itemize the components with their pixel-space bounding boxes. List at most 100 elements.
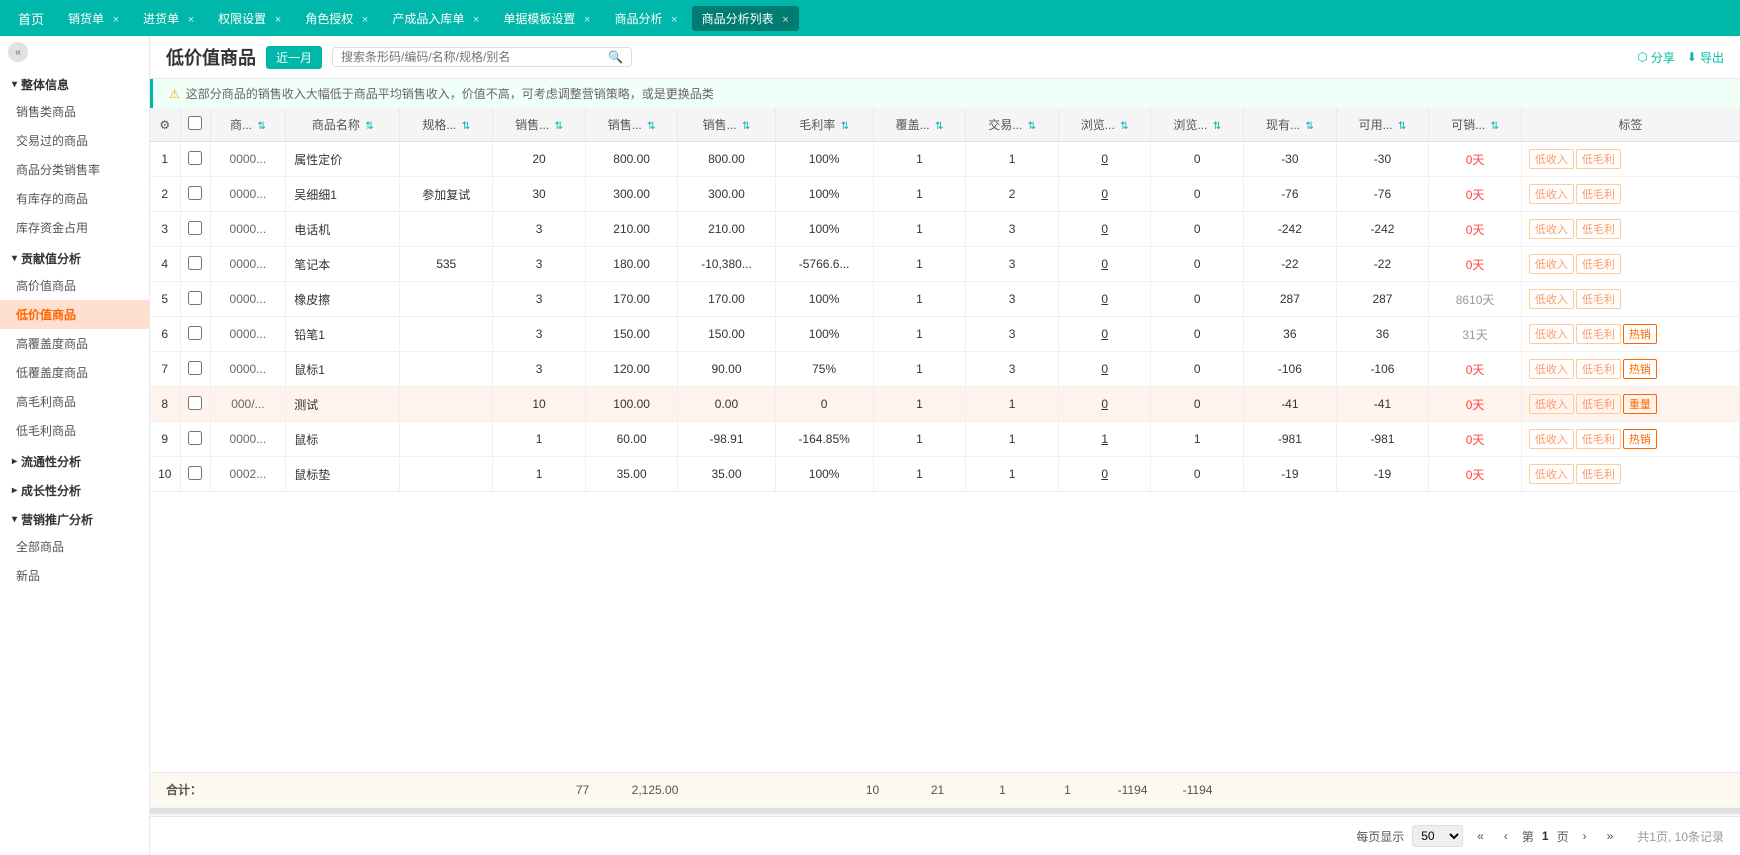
nav-template[interactable]: 单据模板设置 × — [493, 6, 600, 31]
sidebar-item-stock-capital[interactable]: 库存资金占用 — [0, 213, 149, 242]
row-name: 吴细细1 — [286, 177, 400, 212]
col-margin-header[interactable]: 毛利率 ⇅ — [775, 108, 873, 142]
sidebar-group-contribution[interactable]: ▾ 贡献值分析 — [0, 242, 149, 271]
sidebar-item-high-margin[interactable]: 高毛利商品 — [0, 387, 149, 416]
sidebar-item-sales-products[interactable]: 销售类商品 — [0, 97, 149, 126]
row-name: 属性定价 — [286, 142, 400, 177]
col-saleable-header[interactable]: 可销... ⇅ — [1429, 108, 1522, 142]
share-button[interactable]: ⬡ 分享 — [1637, 49, 1675, 66]
row-checkbox[interactable] — [188, 431, 202, 445]
sidebar-group-overall[interactable]: ▾ 整体信息 — [0, 68, 149, 97]
col-salesqty-header[interactable]: 销售... ⇅ — [493, 108, 586, 142]
row-checkbox[interactable] — [188, 361, 202, 375]
row-checkbox[interactable] — [188, 256, 202, 270]
sidebar-item-all-products[interactable]: 全部商品 — [0, 532, 149, 561]
col-view1-header[interactable]: 浏览... ⇅ — [1058, 108, 1151, 142]
sidebar-item-high-value[interactable]: 高价值商品 — [0, 271, 149, 300]
sidebar-group-growth[interactable]: ▸ 成长性分析 — [0, 474, 149, 503]
row-view1-link[interactable]: 0 — [1101, 152, 1108, 166]
sidebar-item-category-sales-rate[interactable]: 商品分类销售率 — [0, 155, 149, 184]
search-input[interactable] — [341, 50, 604, 64]
last-page-btn[interactable]: » — [1601, 827, 1620, 845]
col-available-header[interactable]: 可用... ⇅ — [1336, 108, 1429, 142]
row-checkbox[interactable] — [188, 151, 202, 165]
select-all-checkbox[interactable] — [188, 116, 202, 130]
page-size-select[interactable]: 50 100 200 — [1412, 825, 1463, 847]
nav-close-purchase[interactable]: × — [188, 14, 194, 26]
col-gear[interactable]: ⚙ — [150, 108, 180, 142]
sidebar-group-marketing[interactable]: ▾ 营销推广分析 — [0, 503, 149, 532]
nav-close-analysis[interactable]: × — [671, 14, 677, 26]
sidebar-item-low-value[interactable]: 低价值商品 — [0, 300, 149, 329]
col-transaction-header[interactable]: 交易... ⇅ — [966, 108, 1059, 142]
col-salesamount-header[interactable]: 销售... ⇅ — [585, 108, 678, 142]
nav-close-sales[interactable]: × — [113, 14, 119, 26]
sidebar-item-stock-products[interactable]: 有库存的商品 — [0, 184, 149, 213]
tag: 低毛利 — [1576, 324, 1621, 344]
row-spec: 535 — [400, 247, 493, 282]
row-view1-link[interactable]: 0 — [1101, 362, 1108, 376]
row-checkbox[interactable] — [188, 466, 202, 480]
row-code: 0002... — [210, 457, 286, 492]
nav-purchase-order[interactable]: 进货单 × — [133, 6, 204, 31]
nav-production[interactable]: 产成品入库单 × — [382, 6, 489, 31]
nav-close-roles[interactable]: × — [362, 14, 368, 26]
tag: 低毛利 — [1576, 219, 1621, 239]
row-spec — [400, 317, 493, 352]
sidebar-group-liquidity[interactable]: ▸ 流通性分析 — [0, 445, 149, 474]
col-salesprofit-header[interactable]: 销售... ⇅ — [678, 108, 775, 142]
search-icon[interactable]: 🔍 — [608, 50, 623, 64]
row-checkbox[interactable] — [188, 221, 202, 235]
row-view2: 0 — [1151, 177, 1244, 212]
row-view1-link[interactable]: 0 — [1101, 397, 1108, 411]
nav-sales-order[interactable]: 销货单 × — [58, 6, 129, 31]
row-view1-link[interactable]: 1 — [1101, 432, 1108, 446]
horizontal-scrollbar[interactable] — [150, 808, 1740, 814]
col-spec-header[interactable]: 规格... ⇅ — [400, 108, 493, 142]
col-stock-header[interactable]: 现有... ⇅ — [1244, 108, 1337, 142]
col-name-header[interactable]: 商品名称 ⇅ — [286, 108, 400, 142]
sidebar-item-high-coverage[interactable]: 高覆盖度商品 — [0, 329, 149, 358]
nav-close-analysis-list[interactable]: × — [782, 14, 788, 26]
nav-close-production[interactable]: × — [473, 14, 479, 26]
table-row: 50000...橡皮擦3170.00170.00100%130028728786… — [150, 282, 1740, 317]
export-icon: ⬇ — [1687, 50, 1697, 64]
col-view2-header[interactable]: 浏览... ⇅ — [1151, 108, 1244, 142]
row-spec: 参加复试 — [400, 177, 493, 212]
sidebar-item-low-coverage[interactable]: 低覆盖度商品 — [0, 358, 149, 387]
row-view1-link[interactable]: 0 — [1101, 327, 1108, 341]
row-view1-link[interactable]: 0 — [1101, 257, 1108, 271]
row-checkbox[interactable] — [188, 186, 202, 200]
sidebar-item-new-products[interactable]: 新品 — [0, 561, 149, 590]
row-checkbox[interactable] — [188, 291, 202, 305]
row-view1-link[interactable]: 0 — [1101, 187, 1108, 201]
row-number: 6 — [150, 317, 180, 352]
next-page-btn[interactable]: › — [1577, 827, 1593, 845]
col-code-header[interactable]: 商... ⇅ — [210, 108, 286, 142]
col-coverage-header[interactable]: 覆盖... ⇅ — [873, 108, 966, 142]
nav-product-analysis[interactable]: 商品分析 × — [604, 6, 687, 31]
row-number: 1 — [150, 142, 180, 177]
nav-product-analysis-list[interactable]: 商品分析列表 × — [692, 6, 799, 31]
time-filter-button[interactable]: 近一月 — [266, 46, 322, 69]
prev-page-btn[interactable]: ‹ — [1498, 827, 1514, 845]
nav-permissions[interactable]: 权限设置 × — [208, 6, 291, 31]
row-transaction: 3 — [966, 212, 1059, 247]
row-view1-link[interactable]: 0 — [1101, 222, 1108, 236]
first-page-btn[interactable]: « — [1471, 827, 1490, 845]
row-code: 0000... — [210, 142, 286, 177]
row-checkbox[interactable] — [188, 326, 202, 340]
row-checkbox[interactable] — [188, 396, 202, 410]
row-view1-link[interactable]: 0 — [1101, 467, 1108, 481]
row-view1: 0 — [1058, 387, 1151, 422]
sidebar-item-low-margin[interactable]: 低毛利商品 — [0, 416, 149, 445]
export-button[interactable]: ⬇ 导出 — [1687, 49, 1724, 66]
sidebar-item-traded-products[interactable]: 交易过的商品 — [0, 126, 149, 155]
nav-home[interactable]: 首页 — [8, 5, 54, 32]
row-margin: 100% — [775, 142, 873, 177]
sidebar-collapse-btn[interactable]: « — [8, 42, 28, 62]
nav-close-permissions[interactable]: × — [275, 14, 281, 26]
row-view1-link[interactable]: 0 — [1101, 292, 1108, 306]
nav-roles[interactable]: 角色授权 × — [295, 6, 378, 31]
nav-close-template[interactable]: × — [584, 14, 590, 26]
